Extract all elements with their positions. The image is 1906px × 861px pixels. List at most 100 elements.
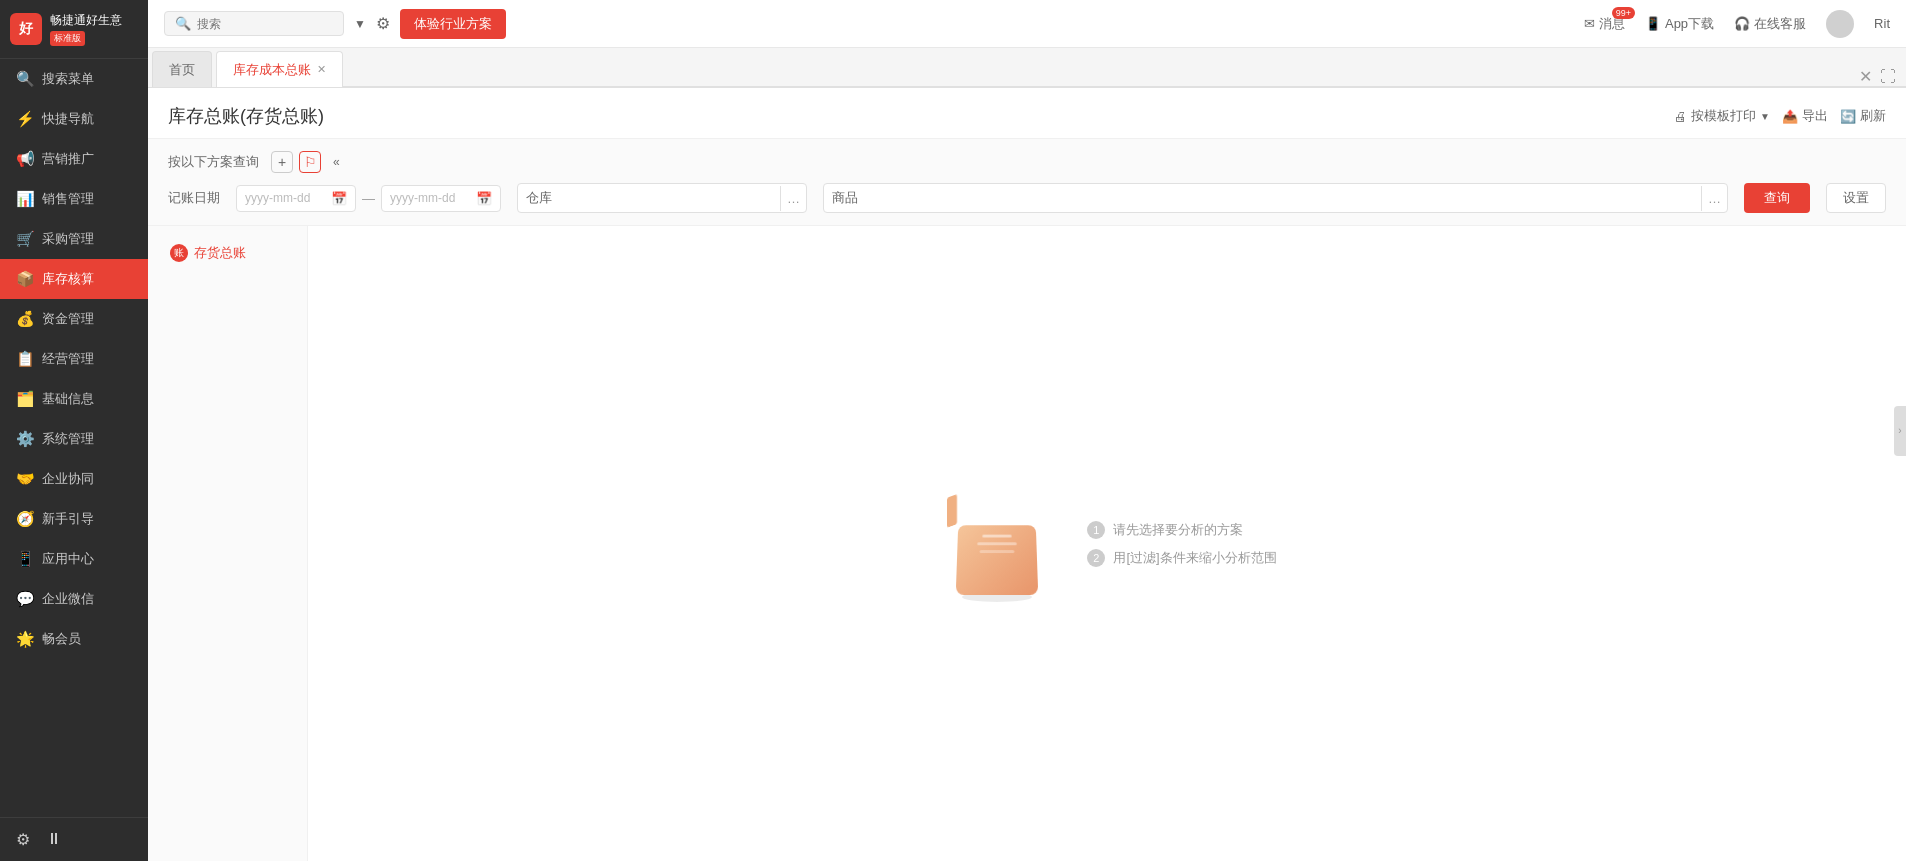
search-input[interactable] [197, 17, 317, 31]
filter-panel-item-label: 存货总账 [194, 244, 246, 262]
online-support-btn[interactable]: 🎧 在线客服 [1734, 15, 1806, 33]
date-end-input[interactable]: yyyy-mm-dd 📅 [381, 185, 501, 212]
settings-icon[interactable]: ⚙ [16, 830, 30, 849]
app-logo: 好 畅捷通好生意 标准版 [0, 0, 148, 59]
page-header: 库存总账(存货总账) 🖨 按模板打印 ▼ 📤 导出 🔄 刷新 [148, 88, 1906, 139]
sidebar-item-finance[interactable]: 💰 资金管理 [0, 299, 148, 339]
resize-icon[interactable]: ⛶ [1880, 68, 1896, 86]
empty-illustration [937, 484, 1057, 604]
refresh-btn[interactable]: 🔄 刷新 [1840, 107, 1886, 125]
sidebar-item-sales[interactable]: 📊 销售管理 [0, 179, 148, 219]
online-support-label: 在线客服 [1754, 15, 1806, 33]
username-label: Rit [1874, 16, 1890, 31]
finance-icon: 💰 [16, 310, 34, 328]
basic-icon: 🗂️ [16, 390, 34, 408]
sidebar-item-marketing[interactable]: 📢 营销推广 [0, 139, 148, 179]
tab-spacer [343, 86, 1849, 87]
sidebar-item-basic[interactable]: 🗂️ 基础信息 [0, 379, 148, 419]
sidebar-item-apps[interactable]: 📱 应用中心 [0, 539, 148, 579]
print-template-btn[interactable]: 🖨 按模板打印 ▼ [1674, 107, 1770, 125]
date-start-input[interactable]: yyyy-mm-dd 📅 [236, 185, 356, 212]
message-icon: ✉ [1584, 16, 1595, 31]
filter-collapse-btn[interactable]: « [333, 155, 340, 169]
sidebar-item-enterprise[interactable]: 🤝 企业协同 [0, 459, 148, 499]
warehouse-more-btn[interactable]: … [780, 186, 806, 211]
sidebar-item-wechat[interactable]: 💬 企业微信 [0, 579, 148, 619]
right-edge-handle[interactable]: › [1894, 406, 1906, 456]
filter-panel-item-inventory[interactable]: 账 存货总账 [164, 236, 291, 270]
product-more-btn[interactable]: … [1701, 186, 1727, 211]
tab-bar-right: ✕ ⛶ [1849, 67, 1906, 87]
product-input[interactable] [866, 186, 1701, 210]
sidebar-item-label-marketing: 营销推广 [42, 150, 94, 168]
user-avatar[interactable] [1826, 10, 1854, 38]
sidebar-item-shortcut[interactable]: ⚡ 快捷导航 [0, 99, 148, 139]
filter-actions: + ⚐ [271, 151, 321, 173]
logo-abbr: 好 [19, 20, 33, 38]
sidebar-item-system[interactable]: ⚙️ 系统管理 [0, 419, 148, 459]
date-end-placeholder: yyyy-mm-dd [390, 191, 455, 205]
industry-btn[interactable]: 体验行业方案 [400, 9, 506, 39]
sidebar-item-label-operation: 经营管理 [42, 350, 94, 368]
print-icon: 🖨 [1674, 109, 1687, 124]
marketing-icon: 📢 [16, 150, 34, 168]
filter-add-btn[interactable]: + [271, 151, 293, 173]
page-content: 库存总账(存货总账) 🖨 按模板打印 ▼ 📤 导出 🔄 刷新 [148, 88, 1906, 861]
tab-close-icon[interactable]: ✕ [317, 63, 326, 76]
sidebar-item-label-shortcut: 快捷导航 [42, 110, 94, 128]
export-btn[interactable]: 📤 导出 [1782, 107, 1828, 125]
sidebar-item-search[interactable]: 🔍 搜索菜单 [0, 59, 148, 99]
sidebar-item-label-search: 搜索菜单 [42, 70, 94, 88]
settings-btn[interactable]: 设置 [1826, 183, 1886, 213]
collapse-arrow-icon: › [1898, 425, 1901, 436]
query-btn[interactable]: 查询 [1744, 183, 1810, 213]
date-label: 记账日期 [168, 189, 220, 207]
sidebar-item-label-apps: 应用中心 [42, 550, 94, 568]
tab-home-label: 首页 [169, 61, 195, 79]
inventory-icon: 📦 [16, 270, 34, 288]
date-start-calendar-icon[interactable]: 📅 [331, 191, 347, 206]
step-1-num: 1 [1087, 521, 1105, 539]
sidebar-item-label-purchase: 采购管理 [42, 230, 94, 248]
content-body: 账 存货总账 [148, 226, 1906, 861]
sidebar-item-operation[interactable]: 📋 经营管理 [0, 339, 148, 379]
sidebar-item-guide[interactable]: 🧭 新手引导 [0, 499, 148, 539]
maximize-icon[interactable]: ✕ [1859, 67, 1872, 86]
content-main: 1 请先选择要分析的方案 2 用[过滤]条件来缩小分析范围 [308, 226, 1906, 861]
message-btn[interactable]: ✉ 消息 99+ [1584, 15, 1625, 33]
wechat-icon: 💬 [16, 590, 34, 608]
date-range: yyyy-mm-dd 📅 — yyyy-mm-dd 📅 [236, 185, 501, 212]
refresh-label: 刷新 [1860, 107, 1886, 125]
logo-icon: 好 [10, 13, 42, 45]
filter-panel: 账 存货总账 [148, 226, 308, 861]
sidebar-item-inventory[interactable]: 📦 库存核算 [0, 259, 148, 299]
date-end-calendar-icon[interactable]: 📅 [476, 191, 492, 206]
tab-inventory-ledger[interactable]: 库存成本总账 ✕ [216, 51, 343, 87]
filter-fields-row: 记账日期 yyyy-mm-dd 📅 — yyyy-mm-dd 📅 仓库 [168, 183, 1886, 213]
topbar-settings-icon[interactable]: ⚙ [376, 14, 390, 33]
warehouse-input[interactable] [560, 186, 780, 210]
audio-icon[interactable]: ⏸ [46, 830, 62, 849]
message-badge: 99+ [1612, 7, 1635, 19]
topbar: 🔍 ▼ ⚙ 体验行业方案 ✉ 消息 99+ 📱 App下载 🎧 在线客服 Rit [148, 0, 1906, 48]
sidebar-item-member[interactable]: 🌟 畅会员 [0, 619, 148, 659]
filter-reset-btn[interactable]: ⚐ [299, 151, 321, 173]
tab-inventory-ledger-label: 库存成本总账 [233, 61, 311, 79]
topbar-search-box[interactable]: 🔍 [164, 11, 344, 36]
logo-text: 畅捷通好生意 [50, 12, 122, 29]
app-download-btn[interactable]: 📱 App下载 [1645, 15, 1714, 33]
date-field: 记账日期 [168, 189, 220, 207]
system-icon: ⚙️ [16, 430, 34, 448]
filter-row-top: 按以下方案查询 + ⚐ « [168, 151, 1886, 173]
sidebar-item-label-guide: 新手引导 [42, 510, 94, 528]
tab-home[interactable]: 首页 [152, 51, 212, 87]
headset-icon: 🎧 [1734, 16, 1750, 31]
print-dropdown-icon[interactable]: ▼ [1760, 111, 1770, 122]
empty-step-1: 1 请先选择要分析的方案 [1087, 521, 1276, 539]
logo-badge: 标准版 [50, 31, 85, 46]
sidebar-bottom: ⚙ ⏸ [0, 817, 148, 861]
guide-icon: 🧭 [16, 510, 34, 528]
nav-dropdown-arrow[interactable]: ▼ [354, 17, 366, 31]
sidebar-item-purchase[interactable]: 🛒 采购管理 [0, 219, 148, 259]
page-title: 库存总账(存货总账) [168, 104, 324, 128]
